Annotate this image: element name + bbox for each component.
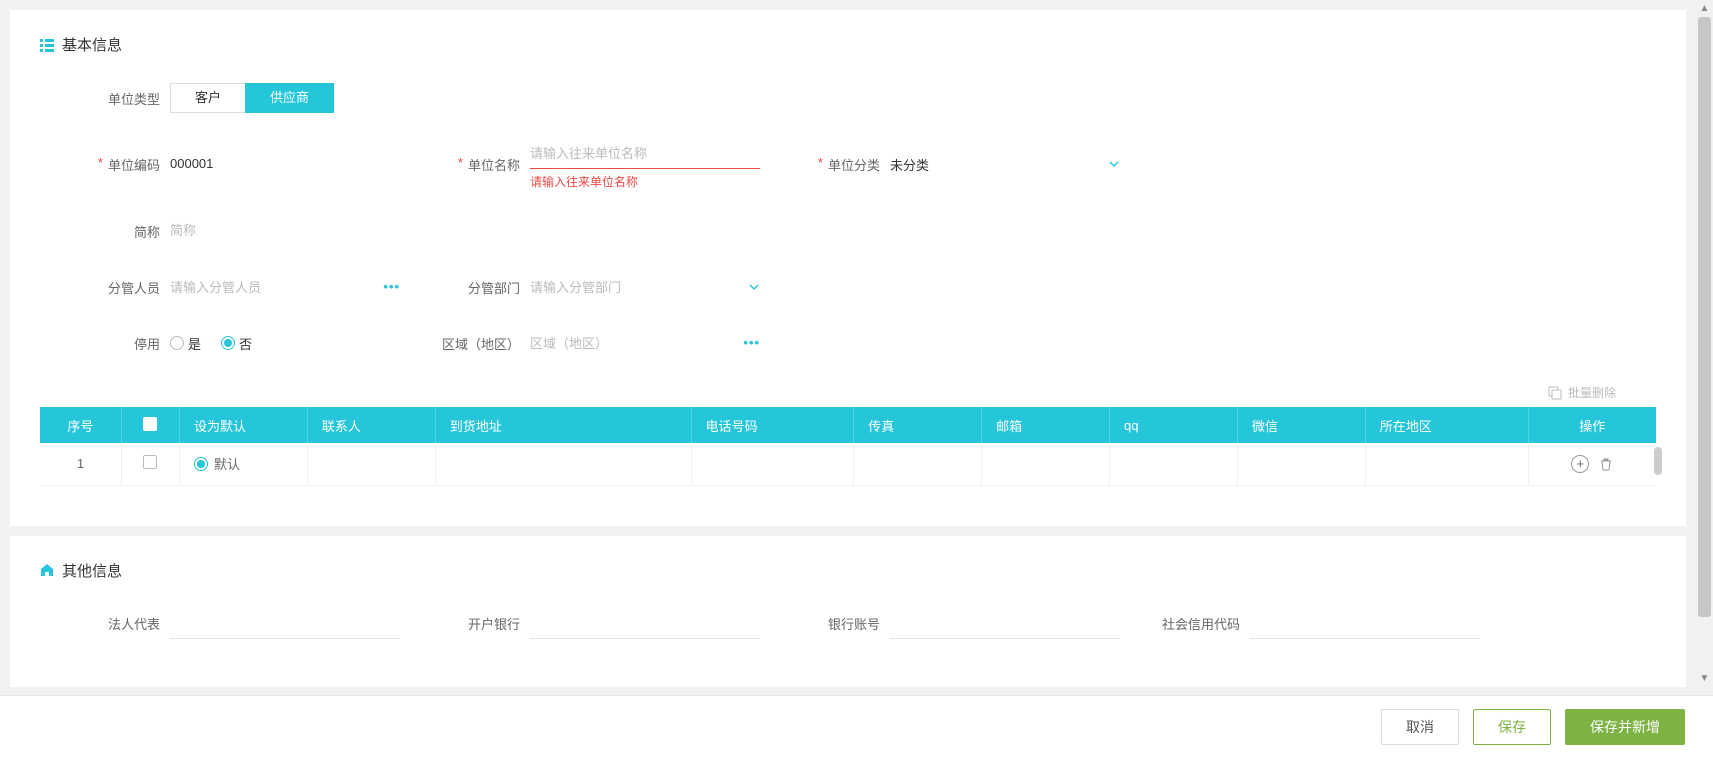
unit-code-input[interactable] [170, 150, 400, 180]
disabled-no-radio[interactable]: 否 [221, 334, 252, 353]
assign-dept-placeholder: 请输入分管部门 [530, 277, 621, 296]
cell-qq[interactable] [1110, 443, 1238, 485]
unit-category-label: 单位分类 [790, 155, 890, 174]
basic-info-panel: 基本信息 单位类型 客户 供应商 单位编码 单位名称 [10, 10, 1686, 526]
row-checkbox[interactable] [143, 455, 157, 469]
col-action: 操作 [1528, 407, 1656, 443]
region-label: 区域（地区） [430, 334, 530, 353]
unit-code-label: 单位编码 [70, 155, 170, 174]
footer-bar: 取消 保存 保存并新增 [0, 695, 1713, 757]
page-scroll[interactable]: 基本信息 单位类型 客户 供应商 单位编码 单位名称 [0, 0, 1696, 687]
other-info-panel: 其他信息 法人代表 开户银行 银行账号 社会信用代码 [10, 536, 1686, 688]
assign-person-select[interactable]: 请输入分管人员 ••• [170, 272, 400, 302]
region-select[interactable]: 区域（地区） ••• [530, 328, 760, 358]
unit-type-label: 单位类型 [70, 89, 170, 108]
cell-fax[interactable] [854, 443, 982, 485]
chevron-down-icon [748, 281, 760, 293]
ellipsis-icon[interactable]: ••• [743, 335, 760, 350]
unit-name-label: 单位名称 [430, 155, 530, 174]
short-name-label: 简称 [70, 222, 170, 241]
cell-email[interactable] [982, 443, 1110, 485]
disabled-yes-radio[interactable]: 是 [170, 334, 201, 353]
list-icon [40, 38, 54, 52]
delete-row-button[interactable] [1599, 457, 1613, 471]
row-default-label: 默认 [214, 454, 240, 473]
radio-icon [194, 457, 208, 471]
unit-category-select[interactable]: 未分类 [890, 150, 1120, 180]
col-fax: 传真 [854, 407, 982, 443]
credit-code-label: 社会信用代码 [1150, 614, 1250, 633]
table-scrollbar-thumb[interactable] [1654, 447, 1662, 475]
scroll-up-icon[interactable]: ▲ [1696, 0, 1713, 17]
chevron-down-icon [1108, 158, 1120, 170]
col-check [121, 407, 179, 443]
unit-type-supplier-button[interactable]: 供应商 [245, 83, 334, 113]
disabled-radio-group: 是 否 [170, 334, 252, 353]
short-name-input[interactable] [170, 216, 400, 246]
copy-icon [1548, 386, 1562, 400]
cell-index: 1 [40, 443, 121, 485]
col-phone: 电话号码 [691, 407, 854, 443]
save-and-new-button[interactable]: 保存并新增 [1565, 709, 1685, 745]
basic-info-header: 基本信息 [40, 34, 1656, 55]
ellipsis-icon[interactable]: ••• [383, 279, 400, 294]
unit-category-value: 未分类 [890, 155, 929, 174]
cell-address[interactable] [435, 443, 691, 485]
header-checkbox[interactable] [143, 417, 157, 431]
scrollbar-thumb[interactable] [1698, 17, 1711, 617]
col-default: 设为默认 [180, 407, 308, 443]
cell-contact[interactable] [307, 443, 435, 485]
contacts-table-wrap: 序号 设为默认 联系人 到货地址 电话号码 传真 邮箱 qq 微信 所在地区 [40, 407, 1656, 486]
unit-name-input[interactable] [530, 139, 760, 169]
bank-label: 开户银行 [430, 614, 530, 633]
bank-account-input[interactable] [890, 609, 1120, 639]
col-index: 序号 [40, 407, 121, 443]
cell-phone[interactable] [691, 443, 854, 485]
table-row: 1 默认 [40, 443, 1656, 485]
save-button[interactable]: 保存 [1473, 709, 1551, 745]
col-contact: 联系人 [307, 407, 435, 443]
bank-input[interactable] [530, 609, 760, 639]
bank-account-label: 银行账号 [790, 614, 890, 633]
cell-wechat[interactable] [1237, 443, 1365, 485]
contacts-table: 序号 设为默认 联系人 到货地址 电话号码 传真 邮箱 qq 微信 所在地区 [40, 407, 1656, 486]
col-qq: qq [1110, 407, 1238, 443]
batch-delete-button[interactable]: 批量删除 [40, 384, 1656, 401]
other-info-title: 其他信息 [62, 560, 122, 581]
assign-dept-select[interactable]: 请输入分管部门 [530, 272, 760, 302]
basic-info-title: 基本信息 [62, 34, 122, 55]
add-row-button[interactable]: + [1571, 455, 1589, 473]
assign-dept-label: 分管部门 [430, 278, 530, 297]
disabled-no-label: 否 [239, 334, 252, 353]
unit-type-customer-button[interactable]: 客户 [170, 83, 246, 113]
radio-icon [170, 336, 184, 350]
radio-icon [221, 336, 235, 350]
scroll-down-icon[interactable]: ▼ [1696, 670, 1713, 687]
region-placeholder: 区域（地区） [530, 333, 608, 352]
cell-region[interactable] [1365, 443, 1528, 485]
col-region: 所在地区 [1365, 407, 1528, 443]
assign-person-label: 分管人员 [70, 278, 170, 297]
row-default-radio[interactable]: 默认 [194, 454, 293, 473]
unit-name-error: 请输入往来单位名称 [530, 173, 760, 190]
credit-code-input[interactable] [1250, 609, 1480, 639]
col-address: 到货地址 [435, 407, 691, 443]
disabled-yes-label: 是 [188, 334, 201, 353]
legal-rep-input[interactable] [170, 609, 400, 639]
legal-rep-label: 法人代表 [70, 614, 170, 633]
cancel-button[interactable]: 取消 [1381, 709, 1459, 745]
unit-type-toggle: 客户 供应商 [170, 83, 334, 113]
assign-person-placeholder: 请输入分管人员 [170, 277, 261, 296]
col-wechat: 微信 [1237, 407, 1365, 443]
house-icon [40, 563, 54, 577]
page-scrollbar[interactable]: ▲ ▼ [1696, 0, 1713, 687]
batch-delete-label: 批量删除 [1568, 384, 1616, 401]
disabled-label: 停用 [70, 334, 170, 353]
col-email: 邮箱 [982, 407, 1110, 443]
other-info-header: 其他信息 [40, 560, 1656, 581]
